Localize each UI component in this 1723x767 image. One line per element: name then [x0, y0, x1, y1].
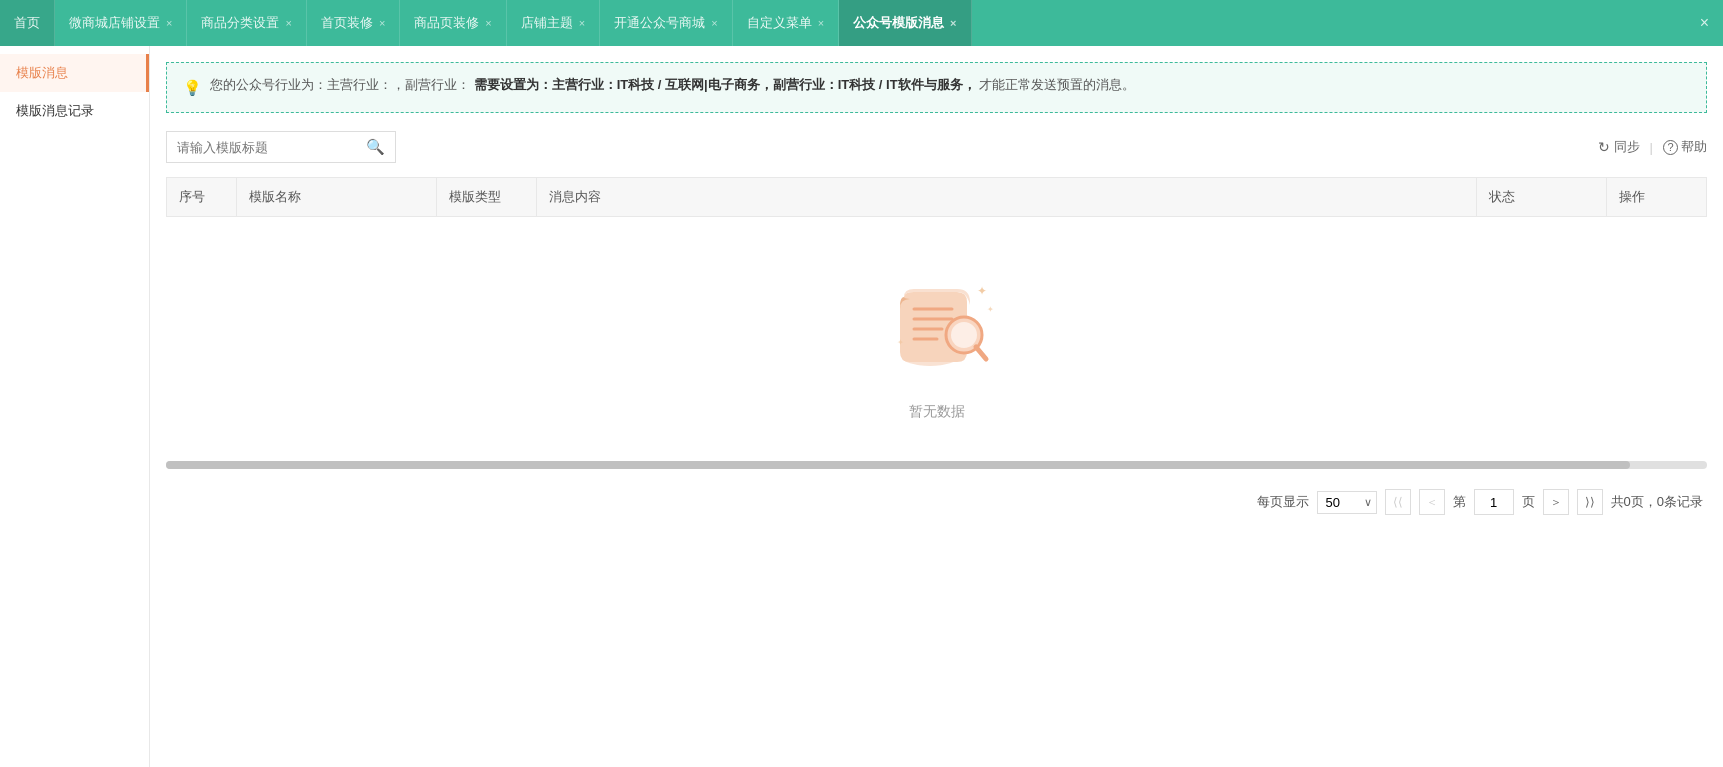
notice-box: 💡 您的公众号行业为：主营行业：，副营行业： 需要设置为：主营行业：IT科技 /… — [166, 62, 1707, 113]
tab-product-decoration-close[interactable]: × — [485, 17, 491, 29]
page-unit: 页 — [1522, 493, 1535, 511]
sync-button[interactable]: ↻ 同步 — [1598, 138, 1640, 156]
tab-open-mall[interactable]: 开通公众号商城 × — [600, 0, 732, 46]
col-index: 序号 — [167, 178, 237, 217]
search-icon: 🔍 — [366, 138, 385, 155]
per-page-select[interactable]: 10 20 50 100 — [1317, 491, 1377, 514]
data-table: 序号 模版名称 模版类型 消息内容 状态 操作 — [166, 177, 1707, 451]
tab-custom-menu-label: 自定义菜单 — [747, 14, 812, 32]
tab-store-theme[interactable]: 店铺主题 × — [507, 0, 600, 46]
tab-custom-menu[interactable]: 自定义菜单 × — [733, 0, 839, 46]
next-page-button[interactable]: ＞ — [1543, 489, 1569, 515]
tab-product-category-close[interactable]: × — [285, 17, 291, 29]
svg-text:✦: ✦ — [977, 284, 987, 298]
search-button[interactable]: 🔍 — [366, 138, 385, 156]
tab-store-theme-label: 店铺主题 — [521, 14, 573, 32]
top-nav: 首页 微商城店铺设置 × 商品分类设置 × 首页装修 × 商品页装修 × 店铺主… — [0, 0, 1723, 46]
toolbar-right: ↻ 同步 | ? 帮助 — [1598, 138, 1707, 156]
empty-state-icon: ✦ ✦ ✦ — [872, 257, 1002, 387]
help-button[interactable]: ? 帮助 — [1663, 138, 1707, 156]
tab-micro-store[interactable]: 微商城店铺设置 × — [55, 0, 187, 46]
tab-open-mall-close[interactable]: × — [711, 17, 717, 29]
col-template-name: 模版名称 — [237, 178, 437, 217]
table-header-row: 序号 模版名称 模版类型 消息内容 状态 操作 — [167, 178, 1707, 217]
tab-home-label: 首页 — [14, 14, 40, 32]
per-page-select-wrapper[interactable]: 10 20 50 100 — [1317, 491, 1377, 514]
empty-state: ✦ ✦ ✦ 暂无数据 — [167, 217, 1707, 451]
sidebar-item-template-msg-record[interactable]: 模版消息记录 — [0, 92, 149, 130]
scrollbar-thumb[interactable] — [166, 461, 1630, 469]
sidebar-item-template-msg[interactable]: 模版消息 — [0, 54, 149, 92]
notice-suffix: 才能正常发送预置的消息。 — [979, 77, 1135, 92]
horizontal-scrollbar[interactable] — [166, 461, 1707, 469]
notice-icon: 💡 — [183, 76, 202, 100]
tab-micro-store-close[interactable]: × — [166, 17, 172, 29]
col-msg-content: 消息内容 — [537, 178, 1477, 217]
col-status: 状态 — [1477, 178, 1607, 217]
sync-label: 同步 — [1614, 138, 1640, 156]
search-bar: 🔍 ↻ 同步 | ? 帮助 — [166, 131, 1707, 163]
pagination: 每页显示 10 20 50 100 ⟨⟨ ＜ 第 页 ＞ ⟩⟩ 共0页，0条记录 — [166, 479, 1707, 525]
sidebar: 模版消息 模版消息记录 — [0, 46, 150, 767]
tab-store-theme-close[interactable]: × — [579, 17, 585, 29]
tab-home-decoration[interactable]: 首页装修 × — [307, 0, 400, 46]
tab-home-decoration-label: 首页装修 — [321, 14, 373, 32]
content-area: 💡 您的公众号行业为：主营行业：，副营行业： 需要设置为：主营行业：IT科技 /… — [150, 46, 1723, 767]
tab-home-decoration-close[interactable]: × — [379, 17, 385, 29]
svg-point-6 — [951, 322, 977, 348]
svg-line-7 — [976, 347, 986, 359]
tab-home[interactable]: 首页 — [0, 0, 55, 46]
svg-text:✦: ✦ — [987, 305, 994, 314]
prev-page-button[interactable]: ＜ — [1419, 489, 1445, 515]
tab-template-msg-label: 公众号模版消息 — [853, 14, 944, 32]
search-input[interactable] — [166, 131, 396, 163]
notice-prefix: 您的公众号行业为：主营行业：，副营行业： — [210, 77, 470, 92]
tab-product-decoration-label: 商品页装修 — [414, 14, 479, 32]
tab-micro-store-label: 微商城店铺设置 — [69, 14, 160, 32]
close-all-button[interactable]: × — [1686, 14, 1723, 32]
sync-icon: ↻ — [1598, 139, 1610, 155]
tab-product-decoration[interactable]: 商品页装修 × — [400, 0, 506, 46]
help-icon: ? — [1663, 140, 1678, 155]
empty-text: 暂无数据 — [909, 403, 965, 421]
notice-text: 您的公众号行业为：主营行业：，副营行业： 需要设置为：主营行业：IT科技 / 互… — [210, 75, 1135, 96]
main-layout: 模版消息 模版消息记录 💡 您的公众号行业为：主营行业：，副营行业： 需要设置为… — [0, 46, 1723, 767]
page-number-input[interactable] — [1474, 489, 1514, 515]
total-label: 共0页，0条记录 — [1611, 493, 1703, 511]
col-template-type: 模版类型 — [437, 178, 537, 217]
toolbar-divider: | — [1650, 140, 1653, 155]
tab-template-msg[interactable]: 公众号模版消息 × — [839, 0, 971, 46]
table-empty-row: ✦ ✦ ✦ 暂无数据 — [167, 217, 1707, 452]
col-action: 操作 — [1607, 178, 1707, 217]
last-page-button[interactable]: ⟩⟩ — [1577, 489, 1603, 515]
tab-custom-menu-close[interactable]: × — [818, 17, 824, 29]
tab-open-mall-label: 开通公众号商城 — [614, 14, 705, 32]
page-label: 第 — [1453, 493, 1466, 511]
first-page-button[interactable]: ⟨⟨ — [1385, 489, 1411, 515]
help-label: 帮助 — [1681, 138, 1707, 156]
per-page-label: 每页显示 — [1257, 493, 1309, 511]
tab-product-category-label: 商品分类设置 — [201, 14, 279, 32]
svg-text:✦: ✦ — [897, 338, 904, 347]
tab-product-category[interactable]: 商品分类设置 × — [187, 0, 306, 46]
tab-template-msg-close[interactable]: × — [950, 17, 956, 29]
notice-highlight: 需要设置为：主营行业：IT科技 / 互联网|电子商务，副营行业：IT科技 / I… — [474, 77, 976, 92]
